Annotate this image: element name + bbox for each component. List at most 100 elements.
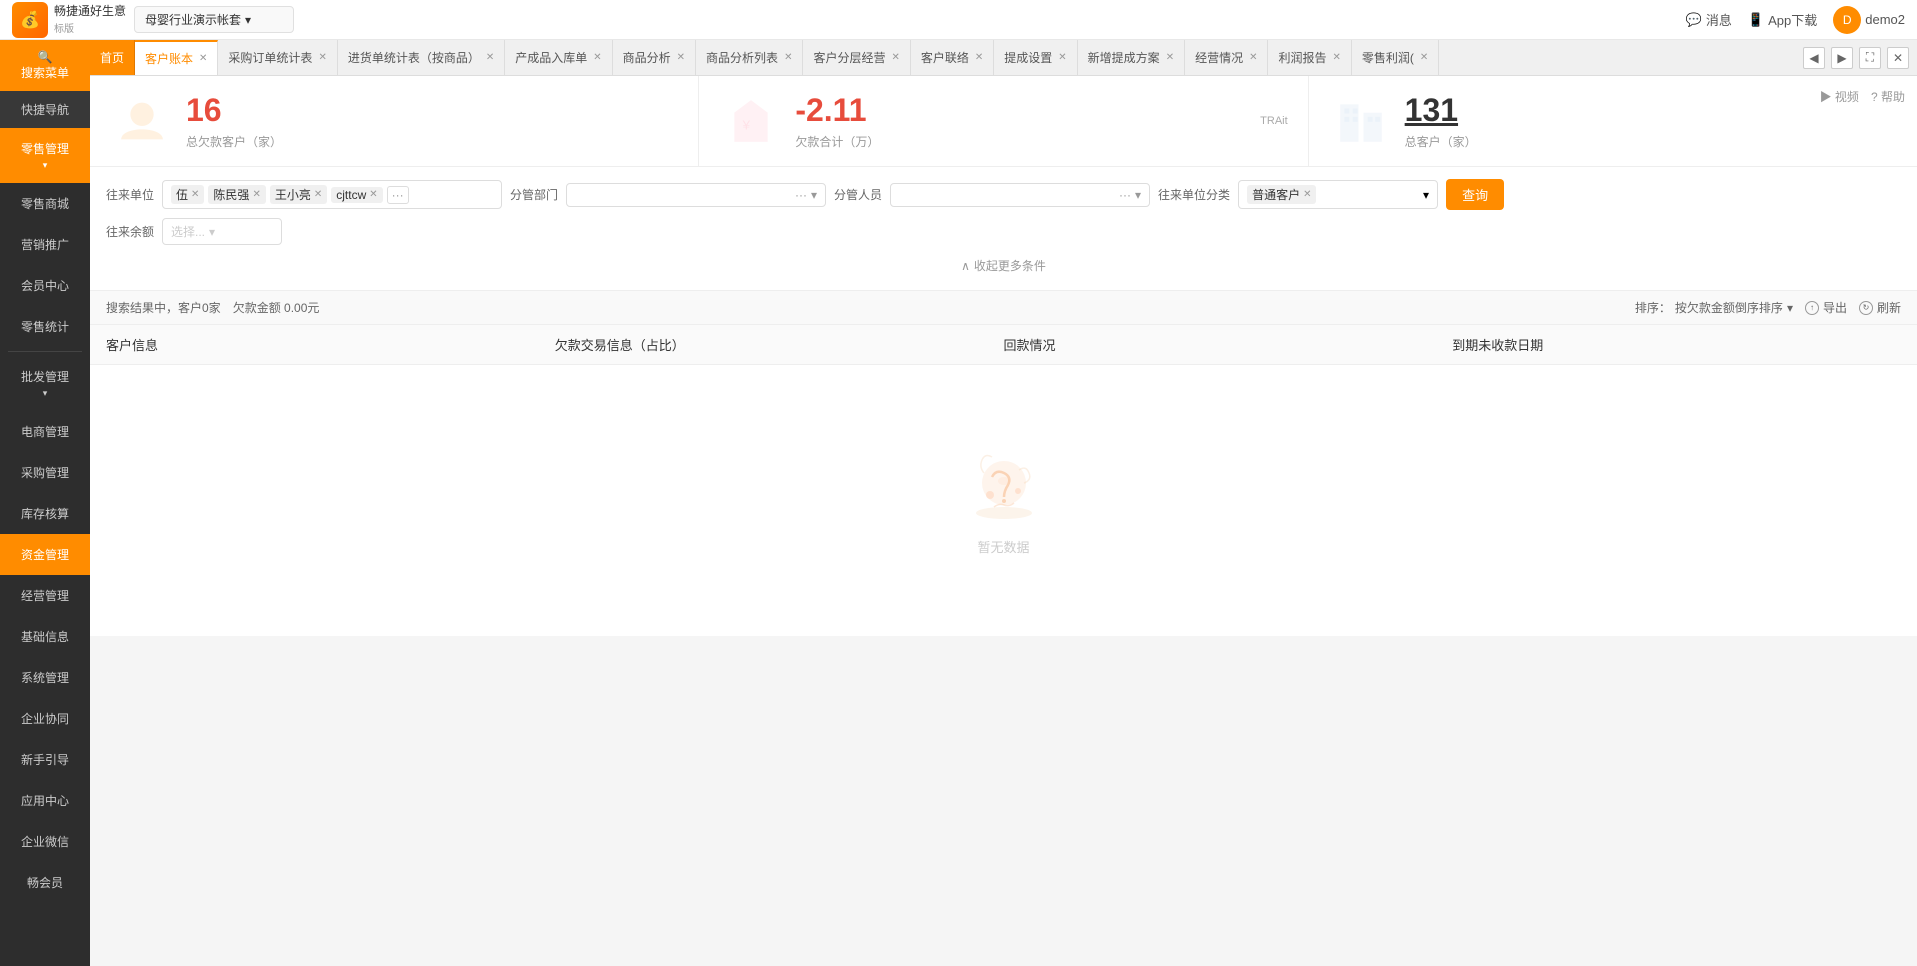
- tab-customer-contact-close[interactable]: ✕: [975, 52, 983, 63]
- sidebar-item-members[interactable]: 会员中心: [0, 265, 90, 306]
- user-area[interactable]: D demo2: [1833, 6, 1905, 34]
- tab-profit-report-close[interactable]: ✕: [1333, 52, 1341, 63]
- tab-profit-report[interactable]: 利润报告 ✕: [1268, 40, 1351, 76]
- tab-customer-contact[interactable]: 客户联络 ✕: [911, 40, 994, 76]
- refresh-icon: ↻: [1859, 301, 1873, 315]
- tab-ops-status[interactable]: 经营情况 ✕: [1185, 40, 1268, 76]
- app-download-btn[interactable]: 📱 App下载: [1748, 10, 1817, 29]
- tab-scroll-left[interactable]: ◀: [1803, 47, 1825, 69]
- tab-reminder-settings-close[interactable]: ✕: [1058, 52, 1066, 63]
- sidebar-item-retail-mall[interactable]: 零售商城: [0, 183, 90, 224]
- stat-value-customers: 16: [186, 92, 282, 129]
- tab-scroll-right[interactable]: ▶: [1831, 47, 1853, 69]
- sidebar: 🔍 搜索菜单 快捷导航 零售管理 ▾ 零售商城 营销推广 会员中心 零售统计 批…: [0, 40, 90, 966]
- filter-dept-dropdown[interactable]: ▾: [811, 188, 817, 202]
- tab-goods-analysis-list-close[interactable]: ✕: [784, 52, 792, 63]
- filter-unit-type-select[interactable]: 普通客户 ✕ ▾: [1238, 180, 1438, 209]
- tab-product-inbound[interactable]: 产成品入库单 ✕: [505, 40, 612, 76]
- unit-type-tag[interactable]: 普通客户 ✕: [1247, 185, 1316, 204]
- sidebar-item-retail-mgmt[interactable]: 零售管理 ▾: [0, 128, 90, 183]
- tab-purchase-stats[interactable]: 采购订单统计表 ✕: [218, 40, 337, 76]
- sidebar-item-enterprise-wechat[interactable]: 企业微信: [0, 821, 90, 862]
- logo-text-wrap: 畅捷通好生意 标版: [54, 4, 126, 35]
- sidebar-item-sys-mgmt[interactable]: 系统管理: [0, 657, 90, 698]
- store-selector[interactable]: 母婴行业演示帐套 ▾: [134, 6, 294, 33]
- content-area: 首页 客户账本 ✕ 采购订单统计表 ✕ 进货单统计表（按商品） ✕ 产成品入库单…: [90, 40, 1917, 966]
- filter-tag-cjttcw-close[interactable]: ✕: [369, 189, 377, 200]
- sidebar-quick-nav[interactable]: 快捷导航: [0, 91, 90, 128]
- tab-close-all[interactable]: ✕: [1887, 47, 1909, 69]
- sidebar-item-wholesale[interactable]: 批发管理 ▾: [0, 356, 90, 411]
- sidebar-item-retail-stats[interactable]: 零售统计: [0, 306, 90, 347]
- tab-retail-profit-label: 零售利润(: [1362, 49, 1414, 66]
- tab-customer-account[interactable]: 客户账本 ✕: [135, 40, 218, 76]
- filter-dept-ellipsis[interactable]: ···: [795, 188, 807, 202]
- tab-customer-account-close[interactable]: ✕: [199, 53, 207, 64]
- sidebar-item-marketing[interactable]: 营销推广: [0, 224, 90, 265]
- filter-balance-input[interactable]: 选择... ▾: [162, 218, 282, 245]
- tab-goods-analysis[interactable]: 商品分析 ✕: [613, 40, 696, 76]
- tab-customer-contact-label: 客户联络: [921, 49, 969, 66]
- logo-text: 畅捷通好生意: [54, 4, 126, 20]
- filter-tag-wang-close[interactable]: ✕: [314, 189, 322, 200]
- tab-inbound-stats[interactable]: 进货单统计表（按商品） ✕: [338, 40, 505, 76]
- filter-person-ellipsis[interactable]: ···: [1119, 188, 1131, 202]
- tab-purchase-stats-close[interactable]: ✕: [318, 52, 326, 63]
- sort-select[interactable]: 排序： 按欠款金额倒序排序 ▾: [1635, 299, 1793, 316]
- sidebar-item-basic-info[interactable]: 基础信息: [0, 616, 90, 657]
- search-result-text: 搜索结果中，客户0家: [106, 299, 221, 316]
- tab-profit-report-label: 利润报告: [1278, 49, 1326, 66]
- tab-goods-analysis-list[interactable]: 商品分析列表 ✕: [696, 40, 803, 76]
- sidebar-item-members2[interactable]: 畅会员: [0, 862, 90, 903]
- table-col-due-date: 到期未收款日期: [1452, 335, 1901, 354]
- balance-dropdown[interactable]: ▾: [209, 225, 215, 239]
- filter-tag-wu-close[interactable]: ✕: [191, 189, 199, 200]
- tab-retail-profit-close[interactable]: ✕: [1420, 52, 1428, 63]
- filter-tag-wu[interactable]: 伍 ✕: [171, 185, 204, 204]
- filter-more-btn[interactable]: ···: [387, 186, 409, 204]
- tab-customer-tier-close[interactable]: ✕: [891, 52, 899, 63]
- filter-person-dropdown[interactable]: ▾: [1135, 188, 1141, 202]
- result-bar-left: 搜索结果中，客户0家 欠款金额 0.00元: [106, 299, 319, 316]
- sidebar-item-enterprise[interactable]: 企业协同: [0, 698, 90, 739]
- tab-bar-end: ◀ ▶ ⛶ ✕: [1795, 47, 1917, 69]
- filter-tag-cjttcw[interactable]: cjttcw ✕: [331, 187, 382, 203]
- sidebar-item-purchase[interactable]: 采购管理: [0, 452, 90, 493]
- tab-maximize[interactable]: ⛶: [1859, 47, 1881, 69]
- filter-person-select[interactable]: ··· ▾: [890, 183, 1150, 207]
- unit-type-dropdown[interactable]: ▾: [1423, 188, 1429, 202]
- query-button[interactable]: 查询: [1446, 179, 1504, 210]
- quick-nav-label: 快捷导航: [21, 103, 69, 117]
- tab-ops-status-close[interactable]: ✕: [1249, 52, 1257, 63]
- export-btn[interactable]: ↑ 导出: [1805, 299, 1847, 316]
- tab-customer-tier[interactable]: 客户分层经营 ✕: [803, 40, 910, 76]
- filter-tag-chen[interactable]: 陈民强 ✕: [208, 185, 265, 204]
- collapse-button[interactable]: ∧ 收起更多条件: [106, 253, 1901, 278]
- tab-new-proposal-close[interactable]: ✕: [1166, 52, 1174, 63]
- sidebar-item-new-guide[interactable]: 新手引导: [0, 739, 90, 780]
- help-link[interactable]: ? 帮助: [1871, 88, 1905, 105]
- tab-inbound-stats-close[interactable]: ✕: [486, 52, 494, 63]
- tab-reminder-settings[interactable]: 提成设置 ✕: [994, 40, 1077, 76]
- refresh-btn[interactable]: ↻ 刷新: [1859, 299, 1901, 316]
- sidebar-search[interactable]: 🔍 搜索菜单: [0, 40, 90, 91]
- tab-goods-analysis-close[interactable]: ✕: [677, 52, 685, 63]
- filter-dept-select[interactable]: ··· ▾: [566, 183, 826, 207]
- video-link[interactable]: ▶ 视频: [1820, 88, 1859, 105]
- play-icon: ▶: [1820, 90, 1832, 104]
- message-btn[interactable]: 💬 消息: [1686, 10, 1732, 29]
- unit-type-tag-close[interactable]: ✕: [1303, 189, 1311, 200]
- stat-total-all: 131 总客户（家） ▶ 视频 ? 帮助: [1309, 76, 1917, 166]
- tab-home[interactable]: 首页: [90, 40, 135, 76]
- sidebar-item-finance[interactable]: 资金管理: [0, 534, 90, 575]
- tab-new-proposal[interactable]: 新增提成方案 ✕: [1078, 40, 1185, 76]
- sidebar-item-inventory[interactable]: 库存核算: [0, 493, 90, 534]
- sidebar-item-app-center[interactable]: 应用中心: [0, 780, 90, 821]
- sidebar-item-ecommerce[interactable]: 电商管理: [0, 411, 90, 452]
- filter-tag-chen-close[interactable]: ✕: [252, 189, 260, 200]
- filter-unit-tags[interactable]: 伍 ✕ 陈民强 ✕ 王小亮 ✕ cjttcw ✕: [162, 180, 502, 209]
- tab-product-inbound-close[interactable]: ✕: [593, 52, 601, 63]
- tab-retail-profit[interactable]: 零售利润( ✕: [1352, 40, 1439, 76]
- filter-tag-wang[interactable]: 王小亮 ✕: [270, 185, 327, 204]
- sidebar-item-ops-mgmt[interactable]: 经营管理: [0, 575, 90, 616]
